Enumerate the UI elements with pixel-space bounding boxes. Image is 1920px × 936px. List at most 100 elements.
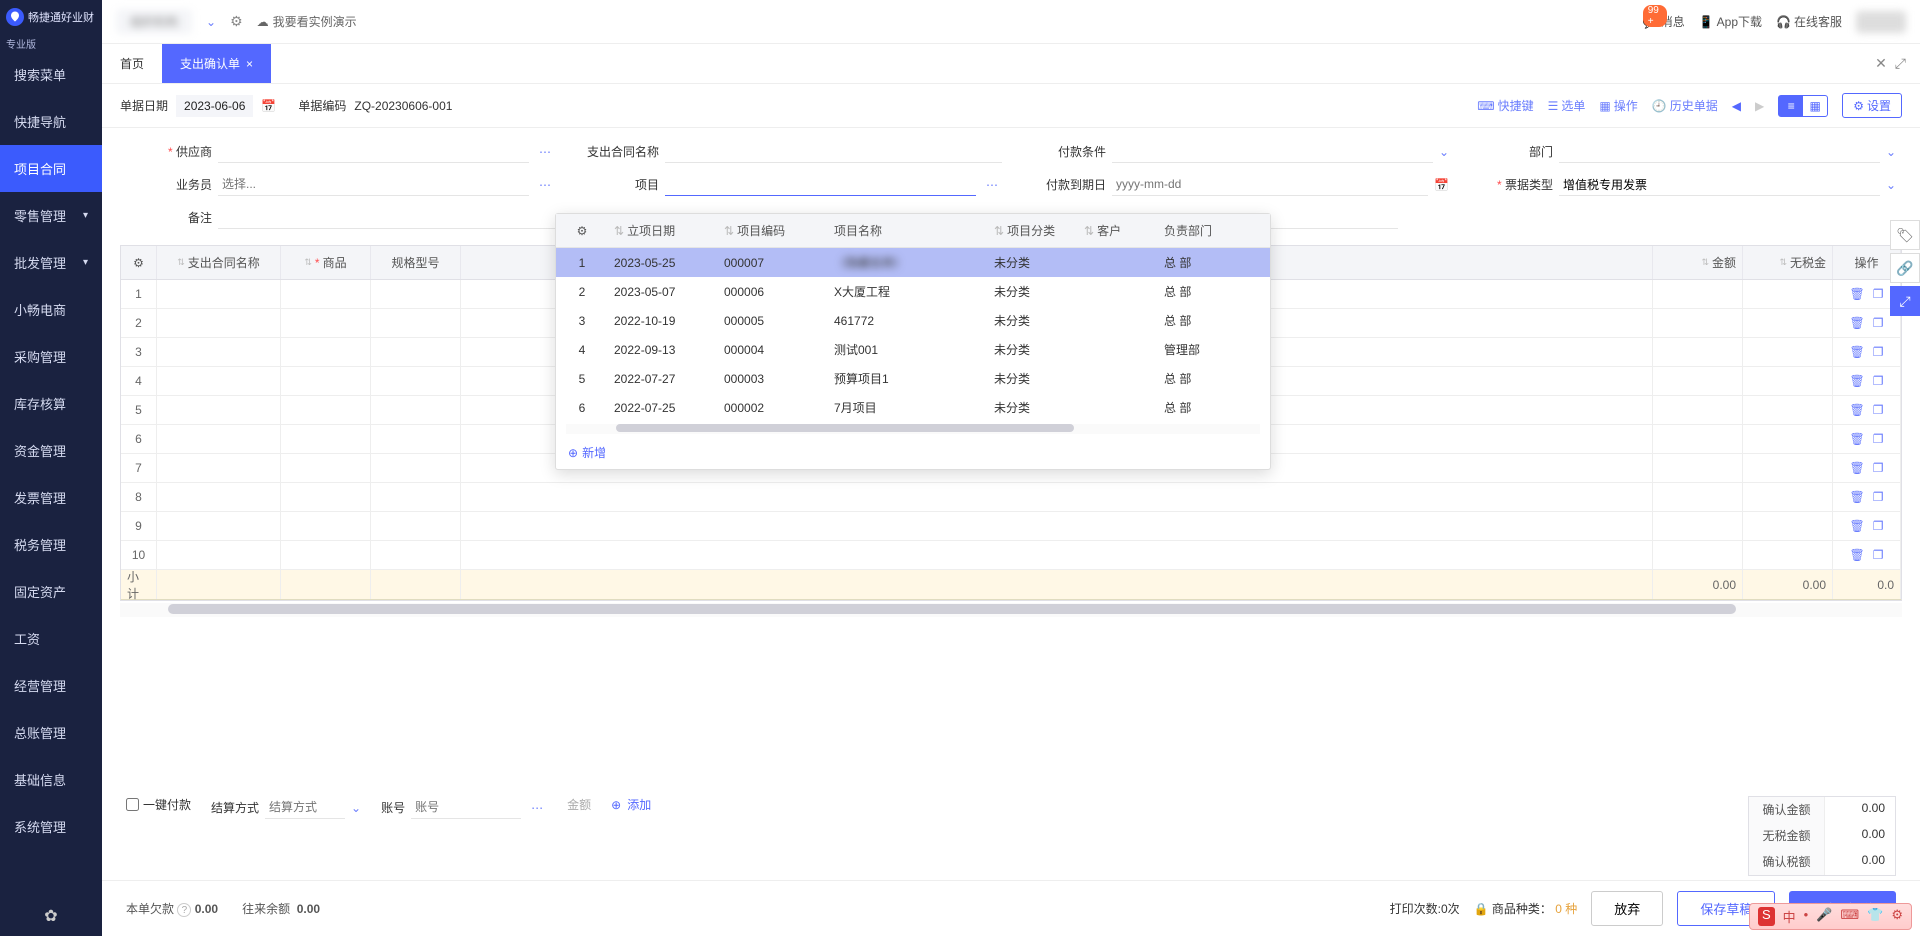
invoice-dropdown-icon[interactable]: ⌄: [1886, 178, 1896, 192]
sidebar-item-1[interactable]: 快捷导航: [0, 98, 102, 145]
table-row[interactable]: 10🗑❐: [121, 541, 1901, 570]
sidebar-item-0[interactable]: 搜索菜单: [0, 51, 102, 98]
sidebar-item-3[interactable]: 零售管理▾: [0, 192, 102, 239]
sidebar-item-2[interactable]: 项目合同: [0, 145, 102, 192]
onekey-pay-checkbox[interactable]: 一键付款: [126, 796, 191, 813]
sidebar-item-14[interactable]: 总账管理: [0, 709, 102, 756]
settle-input[interactable]: [265, 796, 345, 819]
tab-expense-confirm[interactable]: 支出确认单 ×: [162, 44, 271, 83]
row-copy-icon[interactable]: ❐: [1873, 519, 1884, 533]
customer-service-link[interactable]: 🎧 在线客服: [1776, 13, 1842, 30]
pay-cond-input[interactable]: [1112, 140, 1433, 163]
popup-col-gear-icon[interactable]: ⚙: [556, 214, 608, 247]
row-copy-icon[interactable]: ❐: [1873, 548, 1884, 562]
row-delete-icon[interactable]: 🗑: [1850, 519, 1865, 533]
row-copy-icon[interactable]: ❐: [1873, 345, 1884, 359]
org-gear-icon[interactable]: ⚙: [230, 13, 243, 30]
popup-col-date[interactable]: ⇅立项日期: [608, 214, 718, 247]
row-copy-icon[interactable]: ❐: [1873, 432, 1884, 446]
col-product[interactable]: ⇅*商品: [281, 246, 371, 279]
pay-cond-dropdown-icon[interactable]: ⌄: [1439, 145, 1449, 159]
salesman-input[interactable]: [218, 173, 529, 196]
dept-dropdown-icon[interactable]: ⌄: [1886, 145, 1896, 159]
dept-input[interactable]: [1559, 140, 1880, 163]
sidebar-item-10[interactable]: 税务管理: [0, 521, 102, 568]
ime-bar[interactable]: S 中 • 🎤 ⌨ 👕 ⚙: [1749, 903, 1912, 930]
supplier-lookup-icon[interactable]: ⋯: [535, 145, 555, 159]
project-lookup-icon[interactable]: ⋯: [982, 178, 1002, 192]
account-input[interactable]: [411, 796, 521, 819]
settle-dropdown-icon[interactable]: ⌄: [351, 801, 361, 815]
row-delete-icon[interactable]: 🗑: [1850, 316, 1865, 330]
row-copy-icon[interactable]: ❐: [1873, 287, 1884, 301]
table-row[interactable]: 8🗑❐: [121, 483, 1901, 512]
salesman-lookup-icon[interactable]: ⋯: [535, 178, 555, 192]
sidebar-item-7[interactable]: 库存核算: [0, 380, 102, 427]
dock-tag-icon[interactable]: 🏷: [1890, 220, 1920, 250]
project-option[interactable]: 62022-07-250000027月项目未分类总 部: [556, 393, 1270, 422]
project-option[interactable]: 12023-05-25000007（隐藏名称）未分类总 部: [556, 248, 1270, 277]
row-delete-icon[interactable]: 🗑: [1850, 345, 1865, 359]
popup-add-new[interactable]: ⊕ 新增: [556, 436, 1270, 469]
row-copy-icon[interactable]: ❐: [1873, 374, 1884, 388]
discard-button[interactable]: 放弃: [1591, 891, 1663, 926]
popup-col-cat[interactable]: ⇅项目分类: [988, 214, 1078, 247]
demo-link[interactable]: ☁ 我要看实例演示: [257, 13, 357, 30]
account-lookup-icon[interactable]: ⋯: [527, 801, 547, 815]
supplier-input[interactable]: [218, 140, 529, 163]
user-avatar[interactable]: [1856, 11, 1906, 33]
popup-scrollbar[interactable]: [566, 424, 1260, 434]
popup-col-cust[interactable]: ⇅客户: [1078, 214, 1158, 247]
help-icon[interactable]: ?: [177, 903, 191, 917]
due-calendar-icon[interactable]: 📅: [1434, 178, 1449, 192]
sidebar-item-6[interactable]: 采购管理: [0, 333, 102, 380]
next-doc-icon[interactable]: ▶: [1755, 99, 1764, 113]
operate-link[interactable]: ▦ 操作: [1599, 97, 1637, 114]
view-list-button[interactable]: ≡: [1779, 96, 1803, 116]
row-copy-icon[interactable]: ❐: [1873, 490, 1884, 504]
sidebar-item-16[interactable]: 系统管理: [0, 803, 102, 850]
messages-link[interactable]: 99 + 💬 消息: [1643, 13, 1685, 30]
project-option[interactable]: 22023-05-07000006X大厦工程未分类总 部: [556, 277, 1270, 306]
sidebar-settings-icon[interactable]: ✿: [0, 896, 102, 936]
prev-doc-icon[interactable]: ◀: [1732, 99, 1741, 113]
sidebar-item-15[interactable]: 基础信息: [0, 756, 102, 803]
table-row[interactable]: 9🗑❐: [121, 512, 1901, 541]
tab-close-all-icon[interactable]: ✕: [1875, 55, 1887, 72]
row-delete-icon[interactable]: 🗑: [1850, 548, 1865, 562]
doc-date-value[interactable]: 2023-06-06: [176, 95, 253, 117]
popup-col-name[interactable]: 项目名称: [828, 214, 988, 247]
col-notax[interactable]: ⇅无税金: [1743, 246, 1833, 279]
sidebar-item-13[interactable]: 经营管理: [0, 662, 102, 709]
tab-home[interactable]: 首页: [102, 44, 162, 83]
project-option[interactable]: 32022-10-19000005461772未分类总 部: [556, 306, 1270, 335]
row-copy-icon[interactable]: ❐: [1873, 461, 1884, 475]
col-spec[interactable]: 规格型号: [371, 246, 461, 279]
project-option[interactable]: 42022-09-13000004测试001未分类管理部: [556, 335, 1270, 364]
add-settle-link[interactable]: ⊕ 添加: [611, 796, 651, 813]
history-link[interactable]: 🕘 历史单据: [1652, 97, 1718, 114]
row-delete-icon[interactable]: 🗑: [1850, 374, 1865, 388]
row-delete-icon[interactable]: 🗑: [1850, 490, 1865, 504]
sidebar-item-12[interactable]: 工资: [0, 615, 102, 662]
org-selector[interactable]: 组织机构: [116, 9, 192, 34]
shortcuts-link[interactable]: ⌨ 快捷键: [1477, 97, 1533, 114]
col-settings-icon[interactable]: ⚙: [121, 246, 157, 279]
row-delete-icon[interactable]: 🗑: [1850, 432, 1865, 446]
sidebar-item-8[interactable]: 资金管理: [0, 427, 102, 474]
horizontal-scrollbar[interactable]: [120, 603, 1902, 617]
project-option[interactable]: 52022-07-27000003预算项目1未分类总 部: [556, 364, 1270, 393]
sidebar-item-9[interactable]: 发票管理: [0, 474, 102, 521]
row-delete-icon[interactable]: 🗑: [1850, 403, 1865, 417]
app-download-link[interactable]: 📱 App下载: [1699, 13, 1762, 30]
sidebar-item-5[interactable]: 小畅电商: [0, 286, 102, 333]
col-contract-name[interactable]: ⇅支出合同名称: [157, 246, 281, 279]
project-input[interactable]: [665, 173, 976, 196]
sidebar-item-11[interactable]: 固定资产: [0, 568, 102, 615]
row-copy-icon[interactable]: ❐: [1873, 316, 1884, 330]
due-input[interactable]: [1112, 173, 1428, 196]
row-delete-icon[interactable]: 🗑: [1850, 287, 1865, 301]
tab-close-icon[interactable]: ×: [246, 57, 253, 71]
view-grid-button[interactable]: ▦: [1803, 96, 1827, 116]
settings-button[interactable]: ⚙ 设置: [1842, 93, 1902, 118]
